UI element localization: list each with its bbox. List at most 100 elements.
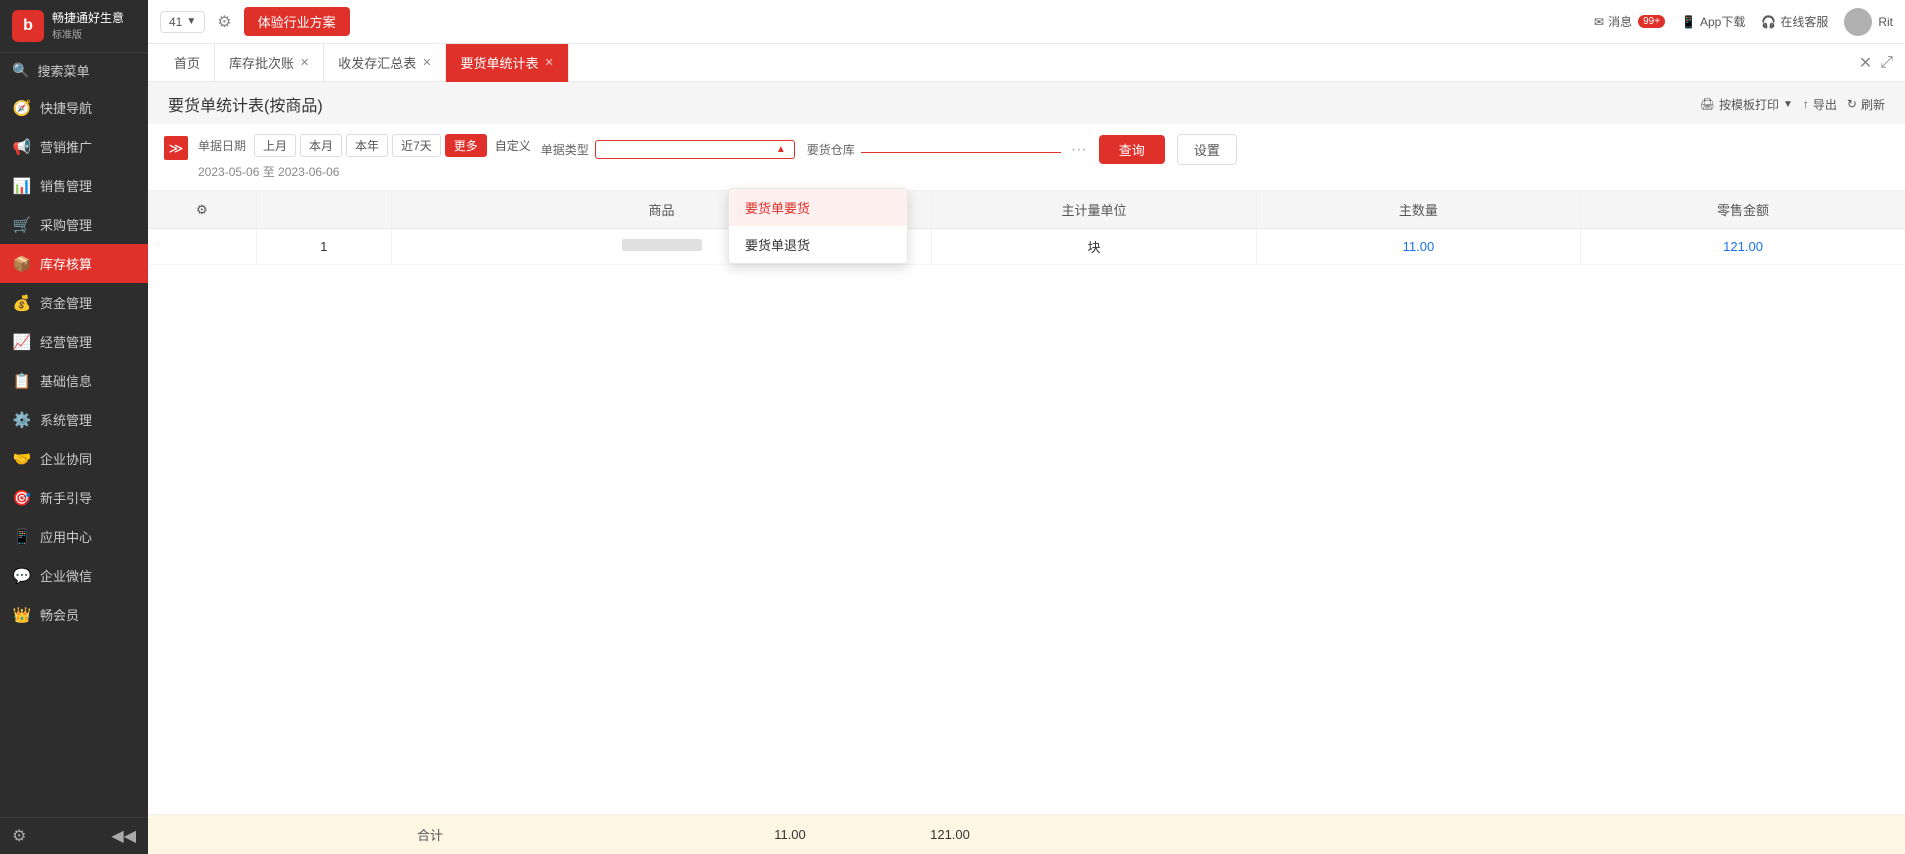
tab-shoufacun-close[interactable]: ✕ <box>422 56 431 69</box>
th-settings[interactable]: ⚙ <box>148 191 256 229</box>
cell-amount[interactable]: 121.00 <box>1581 229 1905 265</box>
refresh-icon: ↻ <box>1847 97 1857 111</box>
page-header: 要货单统计表(按商品) 🖨 按模板打印 ▼ ↑ 导出 ↻ 刷新 <box>148 82 1905 124</box>
page-title: 要货单统计表(按商品) <box>168 92 323 116</box>
nav-icon-yingxiao: 📢 <box>12 138 32 156</box>
export-button[interactable]: ↑ 导出 <box>1803 96 1837 113</box>
date-btn-last-month[interactable]: 上月 <box>254 134 296 157</box>
sidebar-nav: 🧭 快捷导航 📢 营销推广 📊 销售管理 🛒 采购管理 📦 库存核算 💰 资金管… <box>0 88 148 817</box>
date-btn-more[interactable]: 更多 <box>445 134 487 157</box>
cell-num: 1 <box>256 229 391 265</box>
filter-warehouse-field: 要货仓库 ··· <box>807 141 1087 159</box>
user-area[interactable]: Rit <box>1844 8 1893 36</box>
window-controls: ✕ ⤢ <box>1859 53 1893 73</box>
sidebar-item-qiye-xietong[interactable]: 🤝 企业协同 <box>0 439 148 478</box>
cell-qty[interactable]: 11.00 <box>1256 229 1580 265</box>
headset-icon: 🎧 <box>1761 15 1776 29</box>
dropdown-item-yaohuo[interactable]: 要货单要货 <box>729 189 907 226</box>
nav-icon-xiaoshou: 📊 <box>12 177 32 195</box>
type-select[interactable]: ▲ <box>595 140 795 159</box>
set-button[interactable]: 设置 <box>1177 134 1237 165</box>
sidebar-item-jingying[interactable]: 📈 经营管理 <box>0 322 148 361</box>
footer-qty: 11.00 <box>730 827 850 842</box>
print-label: 按模板打印 <box>1719 96 1779 113</box>
sidebar-item-xinshou[interactable]: 🎯 新手引导 <box>0 478 148 517</box>
tab-home[interactable]: 首页 <box>160 44 215 82</box>
message-action[interactable]: ✉ 消息 99+ <box>1594 13 1665 30</box>
version-select[interactable]: 41 ▼ <box>160 11 205 33</box>
topbar-settings-icon[interactable]: ⚙ <box>213 8 235 36</box>
nav-icon-weixin: 💬 <box>12 567 32 585</box>
nav-label-xitong: 系统管理 <box>40 410 92 429</box>
search-menu[interactable]: 🔍 搜索菜单 <box>0 53 148 88</box>
topbar: 41 ▼ ⚙ 体验行业方案 ✉ 消息 99+ 📱 App下载 🎧 在线客服 R <box>148 0 1905 44</box>
version-number: 41 <box>169 15 182 29</box>
date-btn-this-year[interactable]: 本年 <box>346 134 388 157</box>
app-download-action[interactable]: 📱 App下载 <box>1681 13 1745 30</box>
sidebar-item-zijin[interactable]: 💰 资金管理 <box>0 283 148 322</box>
message-label: 消息 <box>1608 13 1632 30</box>
nav-icon-zijin: 💰 <box>12 294 32 312</box>
online-service-action[interactable]: 🎧 在线客服 <box>1761 13 1828 30</box>
dropdown-item-tuihuo[interactable]: 要货单退货 <box>729 226 907 263</box>
table-row: 1 块 11.00 121.00 <box>148 229 1905 265</box>
table-container: ⚙ 商品 主计量单位 主数量 零售金额 1 <box>148 191 1905 814</box>
filter-expand-button[interactable]: ≫ <box>164 136 188 160</box>
phone-icon: 📱 <box>1681 15 1696 29</box>
sidebar-item-weixin[interactable]: 💬 企业微信 <box>0 556 148 595</box>
tabs-bar: 首页 库存批次账 ✕ 收发存汇总表 ✕ 要货单统计表 ✕ ✕ ⤢ <box>148 44 1905 82</box>
page-actions: 🖨 按模板打印 ▼ ↑ 导出 ↻ 刷新 <box>1700 96 1885 113</box>
th-num <box>256 191 391 229</box>
sidebar-toggle-icon[interactable]: ◀◀ <box>111 826 136 846</box>
nav-icon-kuaijie: 🧭 <box>12 99 32 117</box>
export-label: 导出 <box>1813 96 1837 113</box>
sidebar-logo: b 畅捷通好生意 标准版 <box>0 0 148 53</box>
warehouse-input[interactable] <box>861 146 1061 153</box>
print-button[interactable]: 🖨 按模板打印 ▼ <box>1700 96 1793 113</box>
type-label: 单据类型 <box>541 141 589 158</box>
nav-icon-xinshou: 🎯 <box>12 489 32 507</box>
nav-label-jingying: 经营管理 <box>40 332 92 351</box>
more-filters-icon[interactable]: ··· <box>1071 141 1087 159</box>
sidebar-item-kucun[interactable]: 📦 库存核算 <box>0 244 148 283</box>
nav-icon-huiyuan: 👑 <box>12 606 32 624</box>
sidebar-item-yingxiao[interactable]: 📢 营销推广 <box>0 127 148 166</box>
filter-date-range: 2023-05-06 至 2023-06-06 <box>198 163 531 180</box>
trial-button[interactable]: 体验行业方案 <box>244 7 350 36</box>
date-btn-this-month[interactable]: 本月 <box>300 134 342 157</box>
date-btn-7days[interactable]: 近7天 <box>392 134 441 157</box>
refresh-button[interactable]: ↻ 刷新 <box>1847 96 1885 113</box>
window-restore-icon[interactable]: ⤢ <box>1880 54 1893 72</box>
sidebar-item-yingyong[interactable]: 📱 应用中心 <box>0 517 148 556</box>
tab-kucun-pici[interactable]: 库存批次账 ✕ <box>215 44 324 82</box>
nav-label-xinshou: 新手引导 <box>40 488 92 507</box>
nav-label-yingyong: 应用中心 <box>40 527 92 546</box>
window-close-icon[interactable]: ✕ <box>1859 53 1872 73</box>
footer-amount: 121.00 <box>890 827 1010 842</box>
sidebar-item-xitong[interactable]: ⚙️ 系统管理 <box>0 400 148 439</box>
avatar-name: Rit <box>1878 15 1893 29</box>
search-menu-label: 搜索菜单 <box>37 61 89 80</box>
app-logo-icon: b <box>12 10 44 42</box>
date-custom-btn[interactable]: 自定义 <box>495 137 531 154</box>
table-footer: 合计 11.00 121.00 <box>148 814 1905 854</box>
topbar-left: 41 ▼ ⚙ 体验行业方案 <box>160 7 1594 36</box>
chevron-up-icon: ▲ <box>776 144 786 155</box>
print-arrow-icon: ▼ <box>1783 99 1793 110</box>
sidebar-item-jichu[interactable]: 📋 基础信息 <box>0 361 148 400</box>
table-header: ⚙ 商品 主计量单位 主数量 零售金额 <box>148 191 1905 229</box>
tab-yaohuo[interactable]: 要货单统计表 ✕ <box>446 44 568 82</box>
message-icon: ✉ <box>1594 15 1604 29</box>
sidebar-item-caigou[interactable]: 🛒 采购管理 <box>0 205 148 244</box>
settings-icon[interactable]: ⚙ <box>12 826 26 846</box>
sidebar-item-huiyuan[interactable]: 👑 畅会员 <box>0 595 148 634</box>
query-button[interactable]: 查询 <box>1099 135 1165 164</box>
tab-shoufacun[interactable]: 收发存汇总表 ✕ <box>324 44 446 82</box>
type-dropdown: 要货单要货 要货单退货 <box>728 188 908 264</box>
tab-yaohuo-close[interactable]: ✕ <box>545 56 554 69</box>
filter-area: ≫ 单据日期 上月 本月 本年 近7天 更多 自定义 2023-05-06 至 … <box>148 124 1905 191</box>
nav-label-xietong: 企业协同 <box>40 449 92 468</box>
tab-kucun-pici-close[interactable]: ✕ <box>300 56 309 69</box>
sidebar-item-xiaoshou[interactable]: 📊 销售管理 <box>0 166 148 205</box>
sidebar-item-kuaijie[interactable]: 🧭 快捷导航 <box>0 88 148 127</box>
